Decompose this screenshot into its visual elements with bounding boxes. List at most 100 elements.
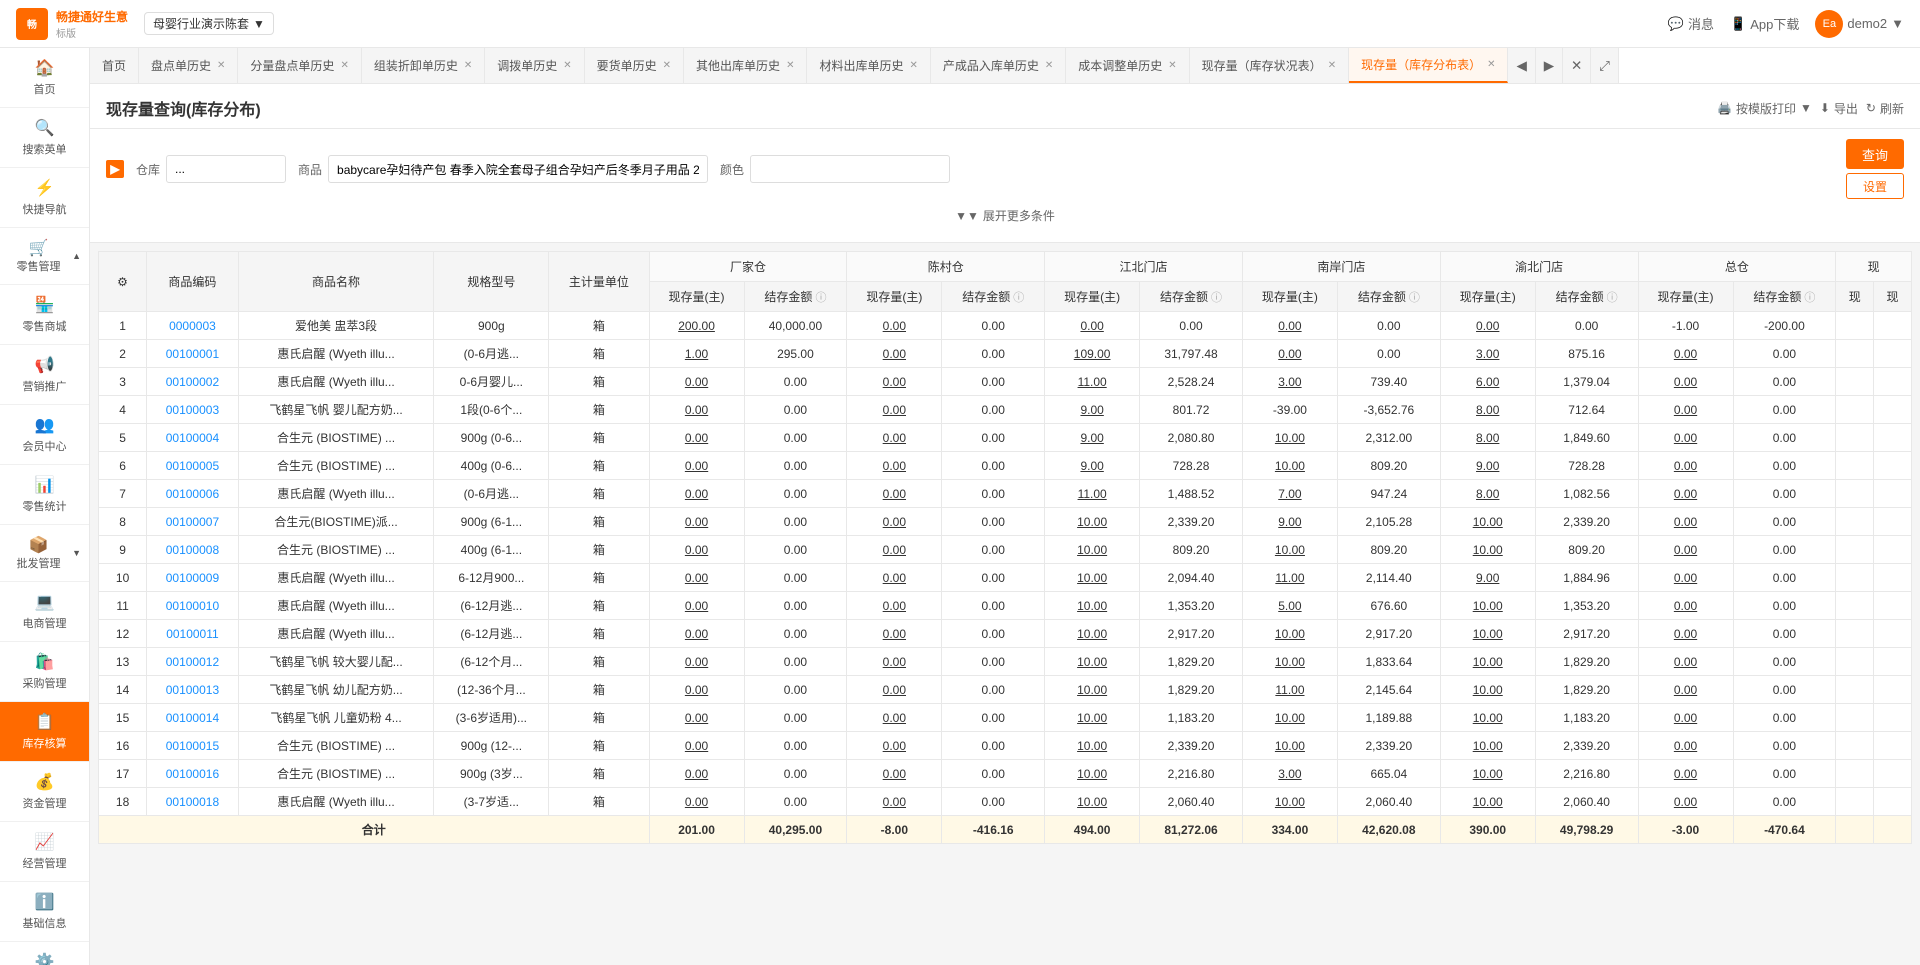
cell-factory-stock[interactable]: 0.00 <box>649 508 744 536</box>
sidebar-item-operations[interactable]: 📈 经营管理 <box>0 822 89 882</box>
cell-chenmu-stock[interactable]: 0.00 <box>847 620 942 648</box>
tab-purchase-order[interactable]: 要货单历史 ✕ <box>585 48 684 83</box>
tab-assembly[interactable]: 组装折卸单历史 ✕ <box>362 48 485 83</box>
cell-total-stock[interactable]: 0.00 <box>1638 424 1733 452</box>
goods-input[interactable] <box>328 155 708 183</box>
tab-close-transfer[interactable]: ✕ <box>563 60 571 71</box>
tab-close-material-out[interactable]: ✕ <box>909 60 917 71</box>
cell-factory-stock[interactable]: 0.00 <box>649 760 744 788</box>
cell-yubeimen-stock[interactable]: 3.00 <box>1440 340 1535 368</box>
cell-factory-stock[interactable]: 0.00 <box>649 620 744 648</box>
cell-total-stock[interactable]: 0.00 <box>1638 564 1733 592</box>
cell-jiangbei-stock[interactable]: 10.00 <box>1045 760 1140 788</box>
cell-chenmu-stock[interactable]: 0.00 <box>847 788 942 816</box>
cell-chenmu-stock[interactable]: 0.00 <box>847 592 942 620</box>
cell-total-stock[interactable]: 0.00 <box>1638 788 1733 816</box>
cell-jiangbei-stock[interactable]: 11.00 <box>1045 480 1140 508</box>
cell-jiangbei-stock[interactable]: 11.00 <box>1045 368 1140 396</box>
cell-nanan-stock[interactable]: 11.00 <box>1242 564 1337 592</box>
tab-close-partial-check[interactable]: ✕ <box>340 60 348 71</box>
info-icon-2[interactable]: ⓘ <box>1013 289 1024 305</box>
cell-jiangbei-stock[interactable]: 10.00 <box>1045 620 1140 648</box>
cell-factory-stock[interactable]: 0.00 <box>649 676 744 704</box>
cell-yubeimen-stock[interactable]: 10.00 <box>1440 704 1535 732</box>
sidebar-item-finance[interactable]: 💰 资金管理 <box>0 762 89 822</box>
cell-yubeimen-stock[interactable]: 8.00 <box>1440 480 1535 508</box>
cell-nanan-stock[interactable]: 0.00 <box>1242 340 1337 368</box>
tab-close-finished-in[interactable]: ✕ <box>1045 60 1053 71</box>
cell-yubeimen-stock[interactable]: 8.00 <box>1440 396 1535 424</box>
cell-jiangbei-stock[interactable]: 9.00 <box>1045 424 1140 452</box>
cell-nanan-stock[interactable]: 10.00 <box>1242 536 1337 564</box>
sidebar-item-search[interactable]: 🔍 搜索英单 <box>0 108 89 168</box>
cell-yubeimen-stock[interactable]: 10.00 <box>1440 592 1535 620</box>
query-btn[interactable]: 查询 <box>1846 139 1904 169</box>
cell-chenmu-stock[interactable]: 0.00 <box>847 368 942 396</box>
tab-cost-adjust[interactable]: 成本调整单历史 ✕ <box>1066 48 1189 83</box>
tab-partial-check[interactable]: 分量盘点单历史 ✕ <box>238 48 361 83</box>
cell-jiangbei-stock[interactable]: 0.00 <box>1045 312 1140 340</box>
cell-chenmu-stock[interactable]: 0.00 <box>847 424 942 452</box>
refresh-btn[interactable]: ↻ 刷新 <box>1866 100 1904 117</box>
th-settings[interactable]: ⚙ <box>99 252 147 312</box>
cell-total-stock[interactable]: 0.00 <box>1638 676 1733 704</box>
tab-home[interactable]: 首页 <box>90 48 139 83</box>
cell-chenmu-stock[interactable]: 0.00 <box>847 704 942 732</box>
tab-nav-next[interactable]: ▶ <box>1536 48 1563 83</box>
tab-close-purchase-order[interactable]: ✕ <box>663 60 671 71</box>
cell-chenmu-stock[interactable]: 0.00 <box>847 452 942 480</box>
tab-close-all[interactable]: ✕ <box>1563 48 1591 83</box>
tab-stock-distribution[interactable]: 现存量（库存分布表） ✕ <box>1349 48 1508 83</box>
cell-nanan-stock[interactable]: 10.00 <box>1242 788 1337 816</box>
sidebar-item-member[interactable]: 👥 会员中心 <box>0 405 89 465</box>
cell-yubeimen-stock[interactable]: 10.00 <box>1440 676 1535 704</box>
cell-factory-stock[interactable]: 0.00 <box>649 536 744 564</box>
cell-nanan-stock[interactable]: 10.00 <box>1242 452 1337 480</box>
cell-chenmu-stock[interactable]: 0.00 <box>847 312 942 340</box>
sidebar-item-home[interactable]: 🏠 首页 <box>0 48 89 108</box>
cell-yubeimen-stock[interactable]: 10.00 <box>1440 788 1535 816</box>
cell-yubeimen-stock[interactable]: 9.00 <box>1440 452 1535 480</box>
cell-factory-stock[interactable]: 0.00 <box>649 396 744 424</box>
cell-total-stock[interactable]: 0.00 <box>1638 648 1733 676</box>
cell-jiangbei-stock[interactable]: 10.00 <box>1045 704 1140 732</box>
cell-factory-stock[interactable]: 0.00 <box>649 564 744 592</box>
cell-chenmu-stock[interactable]: 0.00 <box>847 676 942 704</box>
cell-chenmu-stock[interactable]: 0.00 <box>847 760 942 788</box>
warehouse-input[interactable] <box>166 155 286 183</box>
cell-nanan-stock[interactable]: 10.00 <box>1242 732 1337 760</box>
cell-total-stock[interactable]: 0.00 <box>1638 340 1733 368</box>
cell-factory-stock[interactable]: 0.00 <box>649 704 744 732</box>
messages-btn[interactable]: 💬 消息 <box>1668 14 1714 33</box>
cell-yubeimen-stock[interactable]: 10.00 <box>1440 648 1535 676</box>
cell-factory-stock[interactable]: 0.00 <box>649 648 744 676</box>
cell-nanan-stock[interactable]: 11.00 <box>1242 676 1337 704</box>
cell-factory-stock[interactable]: 0.00 <box>649 368 744 396</box>
cell-chenmu-stock[interactable]: 0.00 <box>847 508 942 536</box>
cell-chenmu-stock[interactable]: 0.00 <box>847 340 942 368</box>
cell-total-stock[interactable]: 0.00 <box>1638 536 1733 564</box>
cell-jiangbei-stock[interactable]: 9.00 <box>1045 452 1140 480</box>
cell-yubeimen-stock[interactable]: 10.00 <box>1440 536 1535 564</box>
cell-total-stock[interactable]: 0.00 <box>1638 760 1733 788</box>
tab-close-inventory-check[interactable]: ✕ <box>217 60 225 71</box>
cell-factory-stock[interactable]: 0.00 <box>649 480 744 508</box>
cell-jiangbei-stock[interactable]: 10.00 <box>1045 536 1140 564</box>
cell-chenmu-stock[interactable]: 0.00 <box>847 732 942 760</box>
cell-jiangbei-stock[interactable]: 10.00 <box>1045 648 1140 676</box>
cell-jiangbei-stock[interactable]: 10.00 <box>1045 592 1140 620</box>
cell-yubeimen-stock[interactable]: 10.00 <box>1440 732 1535 760</box>
tab-close-other-out[interactable]: ✕ <box>786 60 794 71</box>
tab-close-cost-adjust[interactable]: ✕ <box>1168 60 1176 71</box>
cell-jiangbei-stock[interactable]: 10.00 <box>1045 508 1140 536</box>
table-container[interactable]: ⚙ 商品编码 商品名称 规格型号 主计量单位 厂家仓 陈村仓 江北门店 南岸门店… <box>90 243 1920 965</box>
cell-jiangbei-stock[interactable]: 10.00 <box>1045 732 1140 760</box>
cell-yubeimen-stock[interactable]: 10.00 <box>1440 620 1535 648</box>
cell-total-stock[interactable]: 0.00 <box>1638 620 1733 648</box>
tab-nav-prev[interactable]: ◀ <box>1508 48 1535 83</box>
cell-nanan-stock[interactable]: 5.00 <box>1242 592 1337 620</box>
cell-nanan-stock[interactable]: 10.00 <box>1242 648 1337 676</box>
tab-transfer[interactable]: 调拨单历史 ✕ <box>485 48 584 83</box>
sidebar-item-basic-info[interactable]: ℹ️ 基础信息 <box>0 882 89 942</box>
print-btn[interactable]: 🖨️ 按模版打印 ▼ <box>1717 100 1812 117</box>
